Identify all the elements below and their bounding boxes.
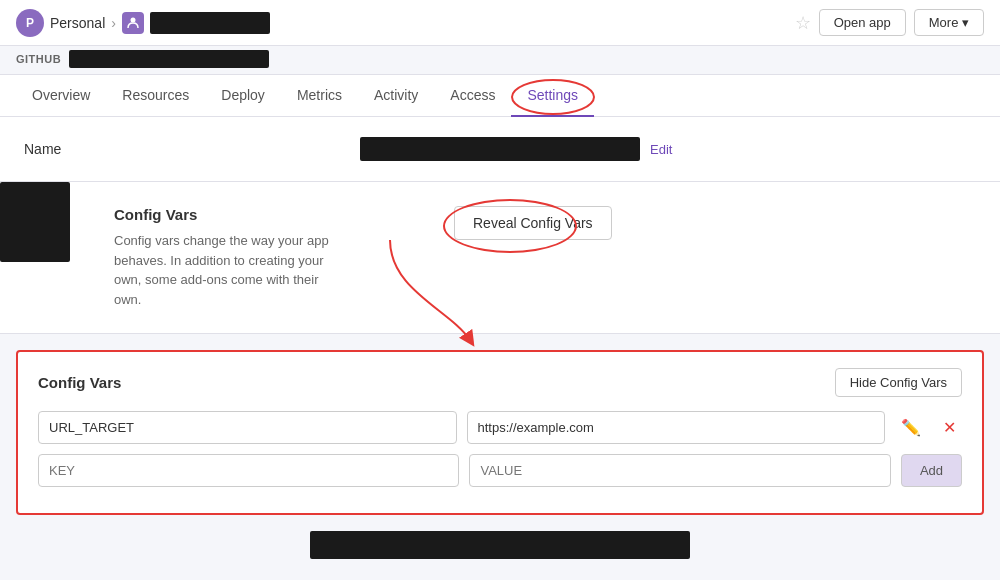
config-value-input-existing[interactable] [467, 411, 886, 444]
add-config-var-button[interactable]: Add [901, 454, 962, 487]
panel-title: Config Vars [38, 374, 121, 391]
app-icon [122, 12, 144, 34]
github-value-redacted [69, 50, 269, 68]
tab-resources[interactable]: Resources [106, 75, 205, 117]
tab-access[interactable]: Access [434, 75, 511, 117]
personal-label[interactable]: Personal [50, 15, 105, 31]
config-vars-description: Config vars change the way your app beha… [114, 231, 334, 309]
left-redacted-block [0, 182, 70, 262]
panel-header: Config Vars Hide Config Vars [38, 368, 962, 397]
breadcrumb-separator: › [111, 15, 116, 31]
open-app-button[interactable]: Open app [819, 9, 906, 36]
config-vars-panel: Config Vars Hide Config Vars ✏️ ✕ Add [16, 350, 984, 515]
config-vars-title: Config Vars [114, 206, 354, 223]
top-bar: P Personal › ☆ Open app More ▾ [0, 0, 1000, 46]
config-var-row-new: Add [38, 454, 962, 487]
avatar: P [16, 9, 44, 37]
bottom-redacted-bar [310, 531, 690, 559]
new-value-input[interactable] [469, 454, 890, 487]
name-label: Name [24, 141, 84, 157]
edit-name-link[interactable]: Edit [650, 142, 672, 157]
config-vars-left: Config Vars Config vars change the way y… [114, 206, 354, 309]
annotation-arrow [370, 230, 530, 350]
new-key-input[interactable] [38, 454, 459, 487]
bottom-area [0, 531, 1000, 559]
favorite-icon[interactable]: ☆ [795, 12, 811, 34]
tab-overview[interactable]: Overview [16, 75, 106, 117]
hide-config-vars-button[interactable]: Hide Config Vars [835, 368, 962, 397]
tab-metrics[interactable]: Metrics [281, 75, 358, 117]
edit-config-var-button[interactable]: ✏️ [895, 414, 927, 441]
config-vars-reveal-area: Reveal Config Vars [454, 206, 612, 240]
more-button[interactable]: More ▾ [914, 9, 984, 36]
reveal-config-vars-button[interactable]: Reveal Config Vars [454, 206, 612, 240]
app-name-redacted [150, 12, 270, 34]
config-vars-section: Config Vars Config vars change the way y… [0, 182, 1000, 334]
github-row: GITHUB [0, 46, 1000, 75]
tab-activity[interactable]: Activity [358, 75, 434, 117]
config-var-row-existing: ✏️ ✕ [38, 411, 962, 444]
top-bar-actions: ☆ Open app More ▾ [795, 9, 984, 36]
breadcrumb: P Personal › [16, 9, 270, 37]
github-label: GITHUB [16, 53, 61, 65]
config-key-input-existing[interactable] [38, 411, 457, 444]
name-section: Name Edit [0, 117, 1000, 182]
tab-settings[interactable]: Settings [511, 75, 594, 117]
tab-navigation: Overview Resources Deploy Metrics Activi… [0, 75, 1000, 117]
name-value-redacted [360, 137, 640, 161]
tab-deploy[interactable]: Deploy [205, 75, 281, 117]
svg-point-0 [130, 17, 135, 22]
delete-config-var-button[interactable]: ✕ [937, 414, 962, 441]
